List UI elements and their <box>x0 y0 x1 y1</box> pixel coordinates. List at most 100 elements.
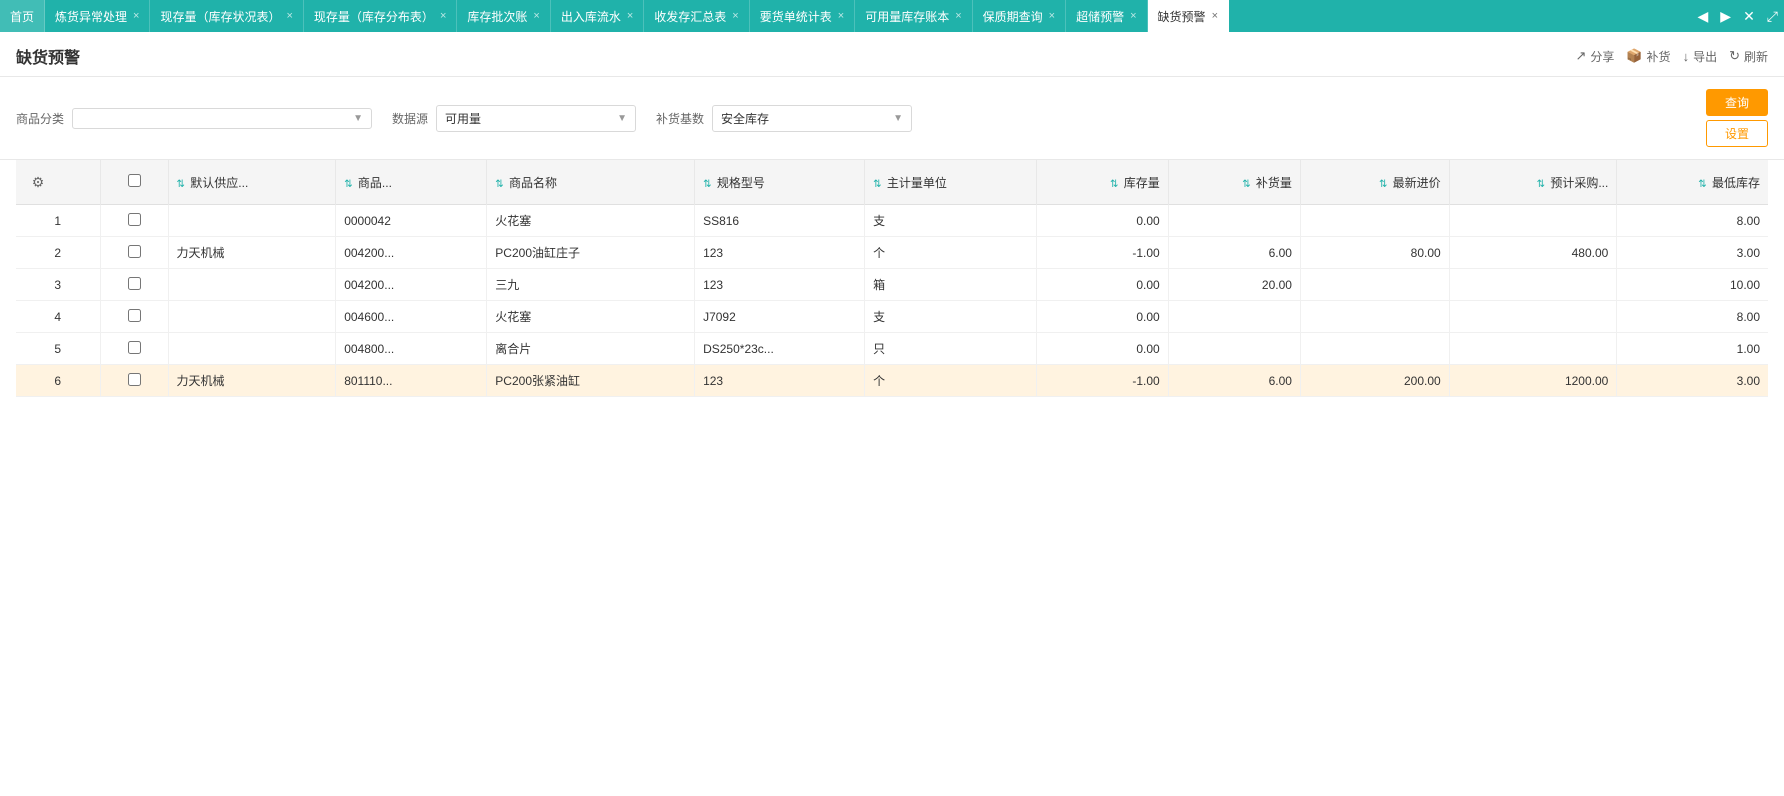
tab-expand-btn[interactable]: ⤢ <box>1761 0 1784 32</box>
table-row: 1 0000042 火花塞 SS816 支 0.00 8.00 <box>16 205 1768 237</box>
th-supplier[interactable]: ⇅ 默认供应... <box>168 160 336 205</box>
th-estimated[interactable]: ⇅ 预计采购... <box>1449 160 1617 205</box>
tab-collect-close[interactable]: × <box>732 10 738 22</box>
sort-supplier-icon: ⇅ <box>177 179 185 190</box>
tab-next-btn[interactable]: ▶ <box>1714 0 1737 32</box>
tab-prev-btn[interactable]: ◀ <box>1692 0 1715 32</box>
tab-expiry-close[interactable]: × <box>1049 10 1055 22</box>
tab-demand-close[interactable]: × <box>838 10 844 22</box>
row-code: 004200... <box>336 237 487 269</box>
sort-min-stock-icon: ⇅ <box>1698 179 1706 190</box>
tab-collect-label: 收发存汇总表 <box>654 8 726 25</box>
row-stock: 0.00 <box>1036 301 1168 333</box>
row-checkbox[interactable] <box>128 213 141 226</box>
main-content: 缺货预警 ↗ 分享 📦 补货 ↓ 导出 ↻ 刷新 商品分类 <box>0 32 1784 796</box>
row-checkbox-cell[interactable] <box>100 237 168 269</box>
row-checkbox-cell[interactable] <box>100 333 168 365</box>
th-spec[interactable]: ⇅ 规格型号 <box>695 160 865 205</box>
tab-stock-dist[interactable]: 现存量（库存分布表） × <box>304 0 457 32</box>
row-spec: SS816 <box>695 205 865 237</box>
row-unit: 支 <box>865 205 1036 237</box>
settings-button[interactable]: 设置 <box>1706 120 1768 147</box>
tab-collect[interactable]: 收发存汇总表 × <box>644 0 749 32</box>
row-min-stock: 3.00 <box>1617 365 1768 397</box>
tab-overstock-close[interactable]: × <box>1130 10 1136 22</box>
tab-available[interactable]: 可用量库存账本 × <box>855 0 972 32</box>
row-unit: 只 <box>865 333 1036 365</box>
tab-overstock[interactable]: 超储预警 × <box>1066 0 1147 32</box>
datasource-filter-group: 数据源 可用量 ▼ <box>392 105 636 132</box>
tab-stock-dist-close[interactable]: × <box>440 10 446 22</box>
row-checkbox-cell[interactable] <box>100 365 168 397</box>
tab-stock-status-close[interactable]: × <box>286 10 292 22</box>
row-checkbox[interactable] <box>128 277 141 290</box>
row-supplier <box>168 301 336 333</box>
replenish-label: 补货 <box>1647 48 1671 65</box>
tab-stock-status-label: 现存量（库存状况表） <box>160 8 280 25</box>
tab-expiry[interactable]: 保质期查询 × <box>973 0 1066 32</box>
row-name: 离合片 <box>487 333 695 365</box>
row-checkbox[interactable] <box>128 309 141 322</box>
tab-batch-close[interactable]: × <box>533 10 539 22</box>
row-checkbox[interactable] <box>128 245 141 258</box>
refresh-icon: ↻ <box>1729 48 1740 64</box>
category-chevron-icon: ▼ <box>353 113 363 124</box>
th-name[interactable]: ⇅ 商品名称 <box>487 160 695 205</box>
tab-close-all-btn[interactable]: ✕ <box>1737 0 1761 32</box>
tab-shortage-close[interactable]: × <box>1212 10 1218 22</box>
th-spec-label: 规格型号 <box>717 176 765 190</box>
th-checkbox[interactable] <box>100 160 168 205</box>
replenish-base-chevron-icon: ▼ <box>893 113 903 124</box>
replenish-icon: 📦 <box>1626 48 1642 64</box>
th-unit[interactable]: ⇅ 主计量单位 <box>865 160 1036 205</box>
refresh-button[interactable]: ↻ 刷新 <box>1729 48 1768 65</box>
tab-inout[interactable]: 出入库流水 × <box>551 0 644 32</box>
replenish-button[interactable]: 📦 补货 <box>1626 48 1670 65</box>
tab-available-close[interactable]: × <box>955 10 961 22</box>
table-row: 6 力天机械 801110... PC200张紧油缸 123 个 -1.00 6… <box>16 365 1768 397</box>
row-checkbox-cell[interactable] <box>100 301 168 333</box>
row-name: PC200张紧油缸 <box>487 365 695 397</box>
th-replenish-label: 补货量 <box>1256 176 1292 190</box>
category-select[interactable]: ▼ <box>72 108 372 129</box>
row-checkbox[interactable] <box>128 341 141 354</box>
tab-inout-close[interactable]: × <box>627 10 633 22</box>
tab-abnormal[interactable]: 炼货异常处理 × <box>45 0 150 32</box>
tab-home[interactable]: 首页 <box>0 0 45 32</box>
row-checkbox-cell[interactable] <box>100 269 168 301</box>
tab-inout-label: 出入库流水 <box>561 8 621 25</box>
row-num: 5 <box>16 333 100 365</box>
replenish-base-select[interactable]: 安全库存 ▼ <box>712 105 912 132</box>
th-unit-label: 主计量单位 <box>887 176 947 190</box>
row-stock: 0.00 <box>1036 205 1168 237</box>
tab-shortage[interactable]: 缺货预警 × <box>1148 0 1229 32</box>
th-min-stock-label: 最低库存 <box>1712 176 1760 190</box>
row-name: PC200油缸庄子 <box>487 237 695 269</box>
row-code: 004600... <box>336 301 487 333</box>
datasource-select[interactable]: 可用量 ▼ <box>436 105 636 132</box>
tab-stock-status[interactable]: 现存量（库存状况表） × <box>150 0 303 32</box>
th-code[interactable]: ⇅ 商品... <box>336 160 487 205</box>
export-button[interactable]: ↓ 导出 <box>1683 48 1718 65</box>
th-min-stock[interactable]: ⇅ 最低库存 <box>1617 160 1768 205</box>
row-estimated <box>1449 333 1617 365</box>
th-settings[interactable]: ⚙ <box>16 160 100 205</box>
th-latest-price[interactable]: ⇅ 最新进价 <box>1300 160 1449 205</box>
query-button[interactable]: 查询 <box>1706 89 1768 116</box>
settings-gear-icon[interactable]: ⚙ <box>24 168 52 196</box>
share-button[interactable]: ↗ 分享 <box>1575 48 1614 65</box>
tab-batch[interactable]: 库存批次账 × <box>457 0 550 32</box>
row-stock: -1.00 <box>1036 365 1168 397</box>
row-estimated: 1200.00 <box>1449 365 1617 397</box>
row-replenish: 20.00 <box>1168 269 1300 301</box>
sort-unit-icon: ⇅ <box>873 179 881 190</box>
th-replenish[interactable]: ⇅ 补货量 <box>1168 160 1300 205</box>
row-checkbox-cell[interactable] <box>100 205 168 237</box>
row-checkbox[interactable] <box>128 373 141 386</box>
th-stock[interactable]: ⇅ 库存量 <box>1036 160 1168 205</box>
refresh-label: 刷新 <box>1744 48 1768 65</box>
tab-abnormal-close[interactable]: × <box>133 10 139 22</box>
replenish-base-label: 补货基数 <box>656 110 704 127</box>
select-all-checkbox[interactable] <box>128 174 141 187</box>
tab-demand[interactable]: 要货单统计表 × <box>750 0 855 32</box>
